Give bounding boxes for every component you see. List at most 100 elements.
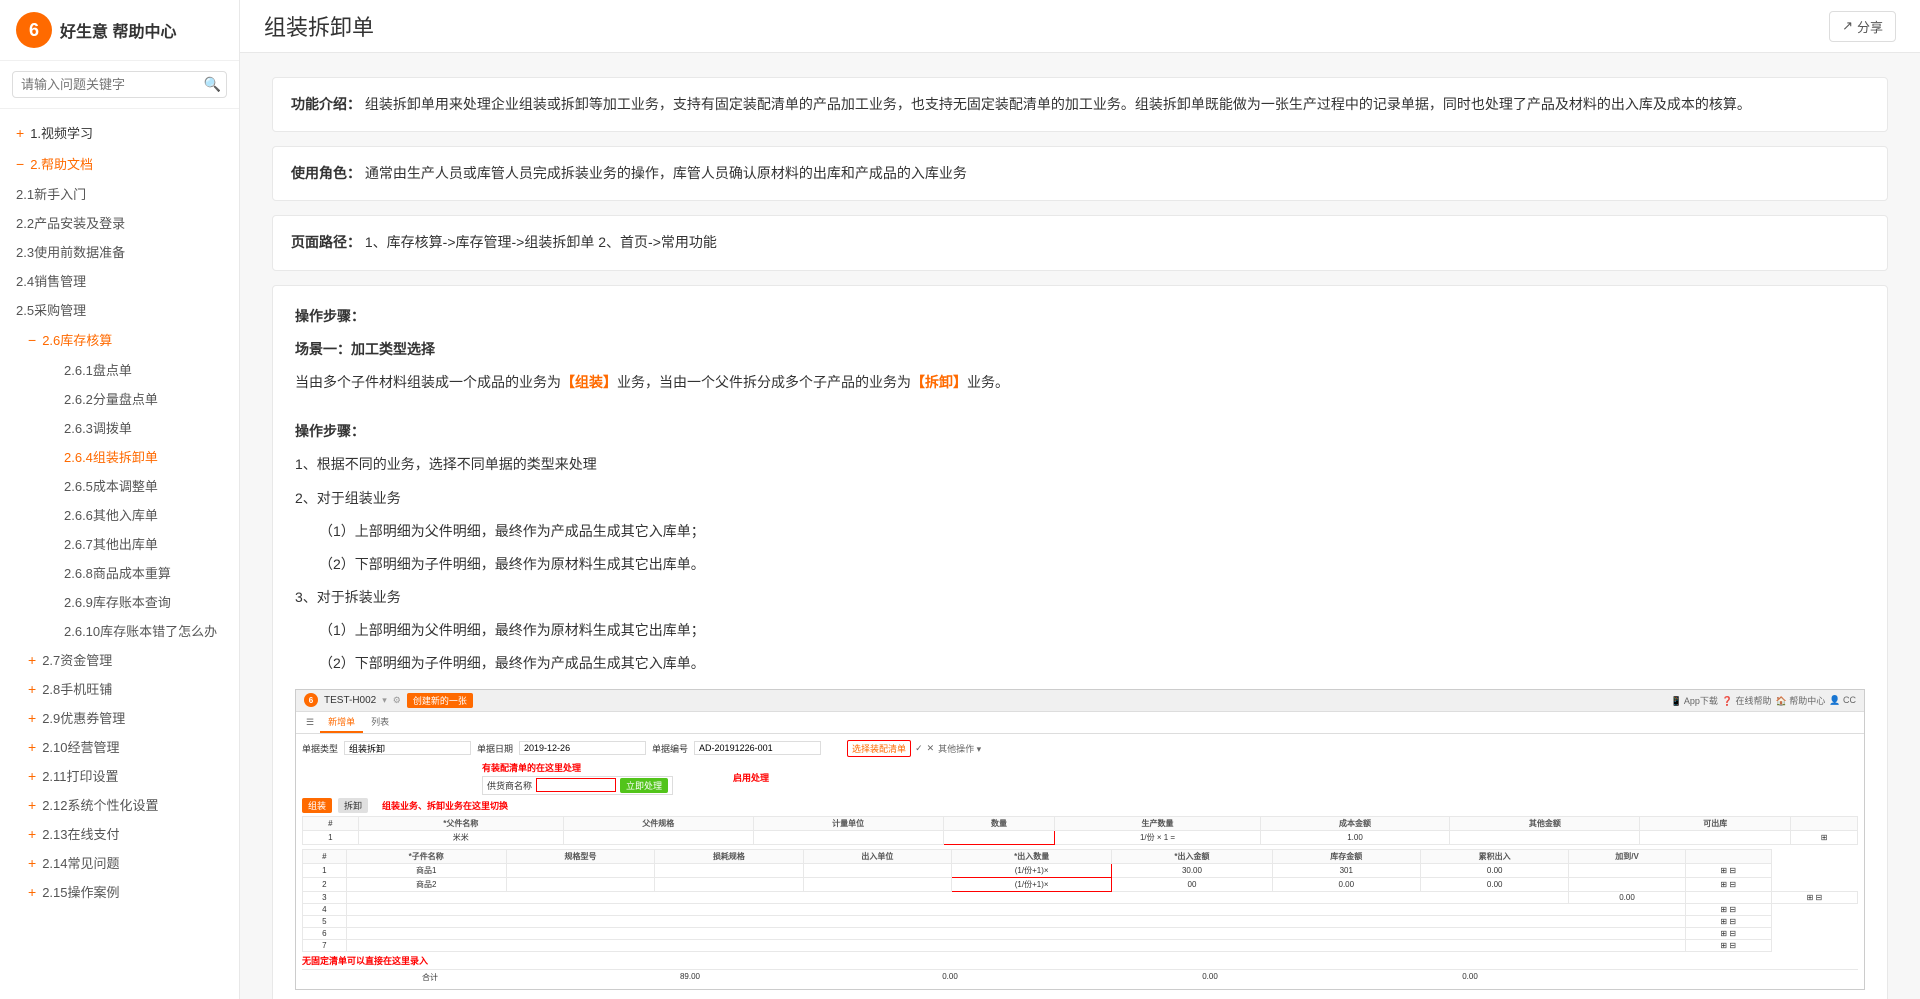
screenshot-form: 单据类型 单据日期 单据编号 选择装配清单 ✓ ✕ 其他操作 ▾ (296, 734, 1864, 989)
screenshot-icons: 📱 App下载 ❓ 在线帮助 🏠 帮助中心 👤 CC (1671, 694, 1856, 707)
sidebar-item-prepare[interactable]: 2.3使用前数据准备 (0, 237, 239, 266)
form-type-label: 单据类型 (302, 742, 338, 755)
cell2-action: ⊞ ⊟ (1685, 863, 1771, 877)
cell2-accum: 0.00 (1420, 877, 1568, 891)
sidebar-item-label: 2.13在线支付 (42, 824, 119, 843)
step2: 2、对于组装业务 (295, 486, 1865, 511)
sidebar-item-label: 2.12系统个性化设置 (42, 795, 158, 814)
annotation-text-1: 有装配清单的在这里处理 (482, 761, 673, 774)
expand-icon: + (28, 884, 36, 900)
cell2-num: 7 (303, 939, 347, 951)
cell2-name: 商品1 (346, 863, 506, 877)
sidebar-item-inventory[interactable]: − 2.6库存核算 (0, 324, 239, 355)
sidebar-item-stock-query[interactable]: 2.6.9库存账本查询 (48, 587, 239, 616)
footer-spacer (1602, 972, 1858, 983)
sidebar-item-label: 2.10经营管理 (42, 737, 119, 756)
screenshot-sidebar-icon: ☰ (306, 717, 314, 728)
share-label: 分享 (1857, 17, 1883, 36)
home-icon: 🏠 帮助中心 (1776, 694, 1826, 707)
sidebar-item-label: 1.视频学习 (30, 123, 93, 142)
screenshot-topbar: 6 TEST-H002 ▾ ⚙ 创建新的一张 📱 App下载 ❓ 在线帮助 🏠 … (296, 690, 1864, 712)
screenshot-table-2: # *子件名称 规格型号 损耗规格 出入单位 *出入数量 *出入金额 库存金额 … (302, 849, 1858, 952)
col2-io-qty: *出入数量 (952, 849, 1112, 863)
user-icon: 👤 CC (1829, 695, 1856, 706)
cell2-empty (346, 915, 1685, 927)
sidebar-item-stock-error[interactable]: 2.6.10库存账本错了怎么办 (48, 616, 239, 645)
path-label: 页面路径： (291, 234, 361, 250)
form-type-input (344, 741, 471, 755)
form-date-label: 单据日期 (477, 742, 513, 755)
footer-total4: 0.00 (1342, 972, 1598, 983)
sidebar-item-transfer[interactable]: 2.6.3调拨单 (48, 413, 239, 442)
sidebar-item-split-stocktake[interactable]: 2.6.2分量盘点单 (48, 384, 239, 413)
sidebar-item-label: 2.6库存核算 (42, 330, 112, 349)
ops-steps-title: 操作步骤： (295, 419, 1865, 444)
sidebar-item-cost-calc[interactable]: 2.6.8商品成本重算 (48, 558, 239, 587)
ops-title: 操作步骤： (295, 304, 1865, 329)
sidebar-item-other-in[interactable]: 2.6.6其他入库单 (48, 500, 239, 529)
expand-icon: + (28, 797, 36, 813)
screenshot-tab-list: 列表 (363, 712, 397, 733)
share-button[interactable]: ↗ 分享 (1829, 11, 1896, 42)
col-other: 其他金额 (1450, 816, 1640, 830)
sidebar-item-other-out[interactable]: 2.6.7其他出库单 (48, 529, 239, 558)
sidebar-item-label: 2.11打印设置 (42, 766, 118, 785)
sidebar-item-coupon[interactable]: + 2.9优惠券管理 (0, 703, 239, 732)
table-row: 2 商品2 (1/份+1)× 00 0.00 0.00 (303, 877, 1858, 891)
cell-unit (753, 830, 943, 844)
expand-icon: + (28, 855, 36, 871)
screenshot-footer: 合计 89.00 0.00 0.00 0.00 (302, 969, 1858, 983)
step3-1: （1）上部明细为父件明细，最终作为原材料生成其它出库单； (319, 618, 1865, 643)
step2-2: （2）下部明细为子件明细，最终作为原材料生成其它出库单。 (319, 552, 1865, 577)
sidebar-item-sales[interactable]: 2.4销售管理 (0, 266, 239, 295)
col2-accum: 累积出入 (1420, 849, 1568, 863)
confirm-icon: ✓ (915, 743, 923, 754)
cell-available (1640, 830, 1791, 844)
sidebar-item-finance[interactable]: + 2.7资金管理 (0, 645, 239, 674)
sidebar-item-stocktake[interactable]: 2.6.1盘点单 (48, 355, 239, 384)
cell-other (1450, 830, 1640, 844)
expand-icon: + (28, 681, 36, 697)
col-actions (1791, 816, 1858, 830)
table-row: 1 米米 1/份 × 1 = 1.00 ⊞ (303, 830, 1858, 844)
cell-prod-qty: 1/份 × 1 = (1055, 830, 1260, 844)
sidebar-item-mobile[interactable]: + 2.8手机旺铺 (0, 674, 239, 703)
cell-parent-spec (563, 830, 753, 844)
col-unit: 计量单位 (753, 816, 943, 830)
footer-label: 合计 (302, 972, 558, 983)
cell2-action: ⊞ ⊟ (1685, 877, 1771, 891)
sidebar-item-custom[interactable]: + 2.12系统个性化设置 (0, 790, 239, 819)
sidebar-item-assembly[interactable]: 2.6.4组装拆卸单 (48, 442, 239, 471)
sidebar-item-newcomer[interactable]: 2.1新手入门 (0, 179, 239, 208)
sidebar-item-payment[interactable]: + 2.13在线支付 (0, 819, 239, 848)
sidebar-item-docs[interactable]: − 2.帮助文档 (0, 148, 239, 179)
annotation-select-btn: 选择装配清单 (847, 740, 911, 757)
sidebar-item-video[interactable]: + 1.视频学习 (0, 117, 239, 148)
page-title: 组装拆卸单 (264, 10, 374, 42)
annotation-input (536, 778, 616, 792)
sidebar-item-purchase[interactable]: 2.5采购管理 (0, 295, 239, 324)
sidebar-item-label: 2.15操作案例 (42, 882, 119, 901)
sidebar-item-cases[interactable]: + 2.15操作案例 (0, 877, 239, 906)
sidebar-item-print[interactable]: + 2.11打印设置 (0, 761, 239, 790)
cell-parent-name: 米米 (358, 830, 563, 844)
sidebar-item-faq[interactable]: + 2.14常见问题 (0, 848, 239, 877)
sidebar-item-install[interactable]: 2.2产品安装及登录 (0, 208, 239, 237)
footer-total2: 0.00 (822, 972, 1078, 983)
cancel-icon: ✕ (927, 743, 935, 754)
cell2-action: ⊞ ⊟ (1771, 891, 1857, 903)
search-input[interactable] (12, 71, 227, 98)
screenshot-new-btn: 创建新的一张 (407, 693, 473, 708)
sidebar-item-label: 2.14常见问题 (42, 853, 119, 872)
col2-num: # (303, 849, 347, 863)
search-button[interactable]: 🔍 (204, 76, 221, 93)
cell2-stock: 0.00 (1272, 877, 1420, 891)
sidebar-item-ops[interactable]: + 2.10经营管理 (0, 732, 239, 761)
form-date-input (519, 741, 646, 755)
col2-io-amount: *出入金额 (1112, 849, 1272, 863)
sidebar: 6 好生意 帮助中心 🔍 + 1.视频学习 − 2.帮助文档 2.1新手入门 2… (0, 0, 240, 999)
col2-loss: 损耗规格 (655, 849, 803, 863)
cell-cost: 1.00 (1260, 830, 1450, 844)
table-row: 6 ⊞ ⊟ (303, 927, 1858, 939)
sidebar-item-cost-adjust[interactable]: 2.6.5成本调整单 (48, 471, 239, 500)
